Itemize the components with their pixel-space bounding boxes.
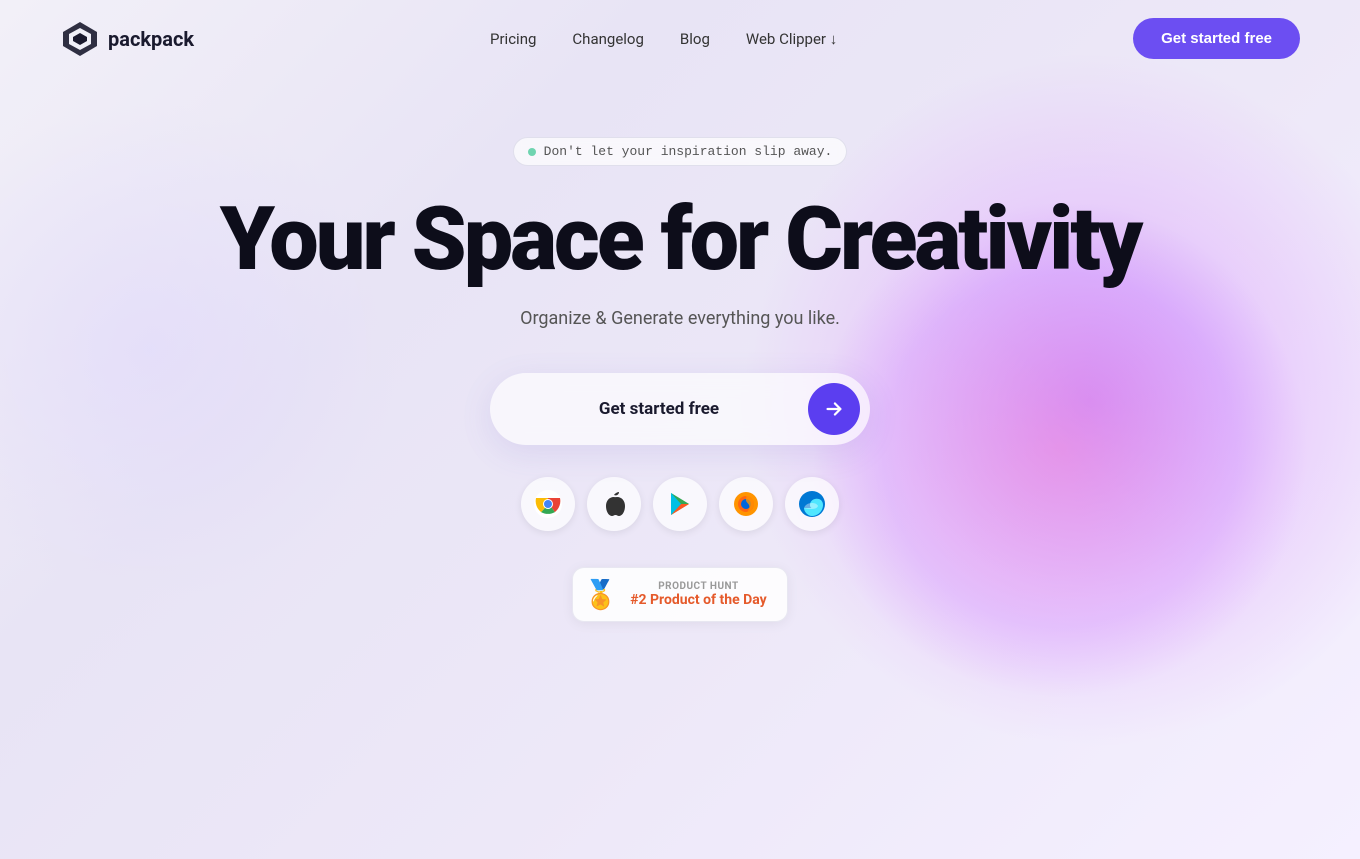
badge-text: Don't let your inspiration slip away. xyxy=(544,144,833,159)
hero-section: Don't let your inspiration slip away. Yo… xyxy=(0,77,1360,622)
ph-rank: #2 Product of the Day xyxy=(630,592,766,608)
nav-blog[interactable]: Blog xyxy=(680,30,710,48)
browser-icons-row xyxy=(521,477,839,531)
badge-dot xyxy=(528,148,536,156)
product-hunt-badge[interactable]: 🏅 PRODUCT HUNT #2 Product of the Day xyxy=(572,567,787,622)
nav-changelog[interactable]: Changelog xyxy=(572,30,643,48)
arrow-right-icon xyxy=(823,398,845,420)
hero-title: Your Space for Creativity xyxy=(220,194,1140,286)
chrome-icon[interactable] xyxy=(521,477,575,531)
edge-icon[interactable] xyxy=(785,477,839,531)
nav-web-clipper[interactable]: Web Clipper ↓ xyxy=(746,30,837,48)
navbar: packpack Pricing Changelog Blog Web Clip… xyxy=(0,0,1360,77)
inspiration-badge: Don't let your inspiration slip away. xyxy=(513,137,848,166)
hero-subtitle: Organize & Generate everything you like. xyxy=(520,308,840,329)
logo-text: packpack xyxy=(108,27,194,51)
nav-cta-button[interactable]: Get started free xyxy=(1133,18,1300,59)
logo[interactable]: packpack xyxy=(60,19,194,59)
nav-pricing[interactable]: Pricing xyxy=(490,30,536,48)
nav-links: Pricing Changelog Blog Web Clipper ↓ xyxy=(490,30,837,48)
apple-icon[interactable] xyxy=(587,477,641,531)
ph-medal-icon: 🏅 xyxy=(583,578,618,611)
cta-container[interactable]: Get started free xyxy=(490,373,870,445)
logo-icon xyxy=(60,19,100,59)
google-play-icon[interactable] xyxy=(653,477,707,531)
ph-text: PRODUCT HUNT #2 Product of the Day xyxy=(630,581,766,608)
firefox-icon[interactable] xyxy=(719,477,773,531)
ph-label: PRODUCT HUNT xyxy=(630,581,766,592)
cta-arrow-button[interactable] xyxy=(808,383,860,435)
cta-label: Get started free xyxy=(530,399,788,419)
